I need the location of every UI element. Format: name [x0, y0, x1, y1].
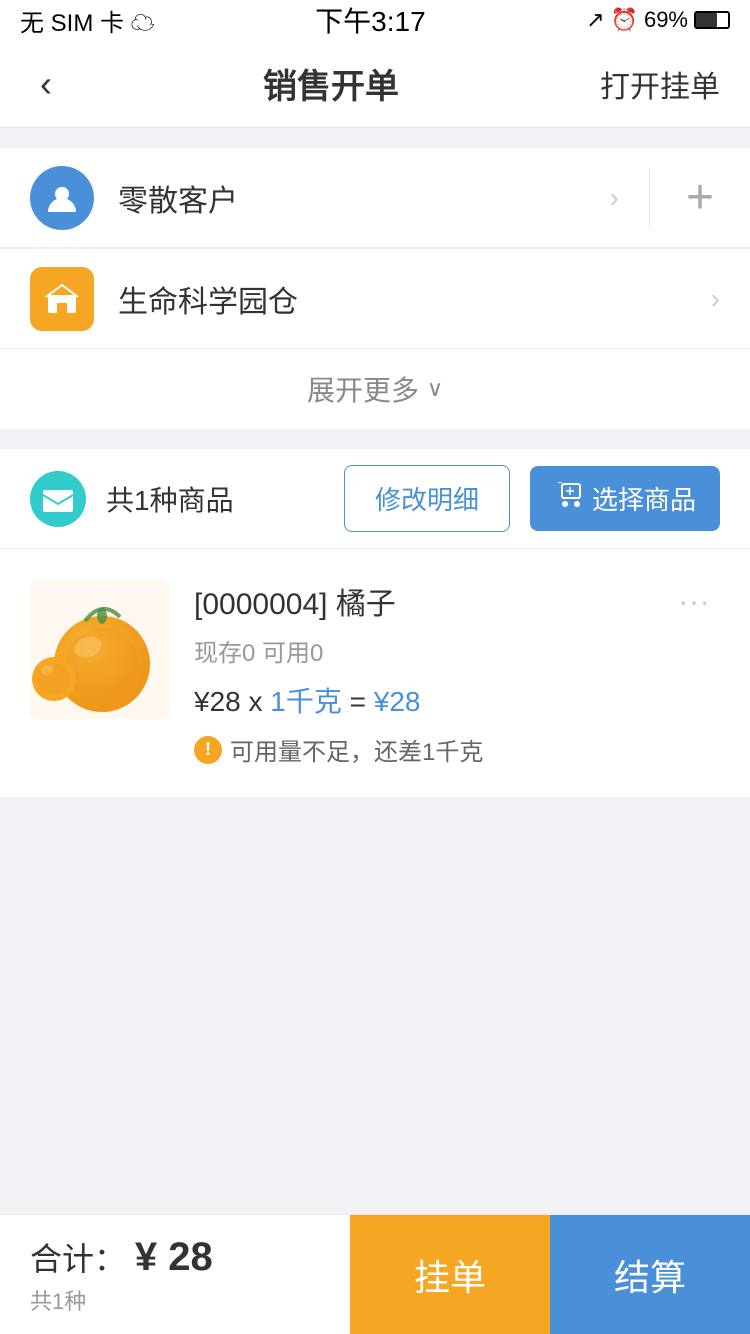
product-title: [0000004] 橘子	[194, 579, 644, 623]
product-count-icon	[30, 471, 86, 527]
edit-detail-button[interactable]: 修改明细	[344, 465, 510, 532]
quantity-text: 1千克	[270, 686, 342, 717]
status-left: 无 SIM 卡 ☁	[20, 3, 155, 38]
battery-text: 69%	[644, 7, 688, 33]
product-count-text: 共1种商品	[106, 479, 324, 519]
section-divider	[0, 429, 750, 449]
select-product-button[interactable]: 选择商品	[530, 466, 720, 531]
expand-chevron-icon: ∨	[427, 376, 443, 402]
equals-text: =	[350, 686, 374, 717]
battery-icon	[694, 11, 730, 29]
page-title: 销售开单	[263, 59, 399, 108]
warehouse-name: 生命科学园仓	[118, 277, 711, 321]
customer-name: 零散客户	[118, 176, 610, 220]
product-item: [0000004] 橘子 现存0 可用0 ¥28 x 1千克 = ¥28 ! 可…	[0, 549, 750, 798]
alarm-icon: ⏰	[611, 7, 638, 33]
customer-selector[interactable]: 零散客户 ›	[0, 166, 649, 230]
price-text: ¥28 x	[194, 686, 270, 717]
customer-avatar	[30, 166, 94, 230]
product-header: 共1种商品 修改明细 选择商品	[0, 449, 750, 549]
add-customer-button[interactable]: +	[650, 170, 750, 225]
total-section: 合计： ¥ 28 共1种	[0, 1234, 350, 1316]
product-price: ¥28 x 1千克 = ¥28	[194, 680, 644, 720]
product-warning: ! 可用量不足，还差1千克	[194, 732, 644, 767]
total-sub: 共1种	[30, 1284, 320, 1316]
product-id: [0000004]	[194, 588, 327, 621]
product-details: [0000004] 橘子 现存0 可用0 ¥28 x 1千克 = ¥28 ! 可…	[194, 579, 644, 767]
expand-more-row[interactable]: 展开更多 ∨	[0, 349, 750, 429]
warning-icon: !	[194, 736, 222, 764]
top-divider	[0, 128, 750, 148]
nav-bar: ‹ 销售开单 打开挂单	[0, 40, 750, 128]
warehouse-arrow-icon: ›	[711, 283, 720, 315]
total-label: 合计：	[30, 1241, 126, 1277]
total-amount: 合计： ¥ 28	[30, 1234, 320, 1280]
product-image	[30, 579, 170, 719]
back-button[interactable]: ‹	[30, 53, 62, 115]
customer-arrow-icon: ›	[610, 182, 619, 214]
status-right: ↗ ⏰ 69%	[586, 7, 730, 33]
warehouse-icon	[30, 267, 94, 331]
status-bar: 无 SIM 卡 ☁ 下午3:17 ↗ ⏰ 69%	[0, 0, 750, 40]
expand-more-label: 展开更多	[307, 369, 419, 409]
product-more-button[interactable]: ···	[668, 579, 720, 624]
warning-text: 可用量不足，还差1千克	[230, 732, 483, 767]
signal-text: 无 SIM 卡 ☁	[20, 3, 155, 38]
total-price: ¥28	[374, 686, 421, 717]
status-time: 下午3:17	[315, 0, 426, 40]
select-product-label: 选择商品	[592, 480, 696, 517]
cart-icon	[554, 482, 584, 515]
location-icon: ↗	[586, 7, 604, 33]
open-hang-button[interactable]: 打开挂单	[600, 62, 720, 106]
product-stock: 现存0 可用0	[194, 633, 644, 668]
customer-row: 零散客户 › +	[0, 148, 750, 248]
total-value: ¥ 28	[135, 1235, 213, 1279]
checkout-button[interactable]: 结算	[550, 1215, 750, 1334]
product-name-text: 橘子	[336, 588, 396, 621]
hang-button[interactable]: 挂单	[350, 1215, 550, 1334]
bottom-bar: 合计： ¥ 28 共1种 挂单 结算	[0, 1214, 750, 1334]
warehouse-row[interactable]: 生命科学园仓 ›	[0, 249, 750, 349]
